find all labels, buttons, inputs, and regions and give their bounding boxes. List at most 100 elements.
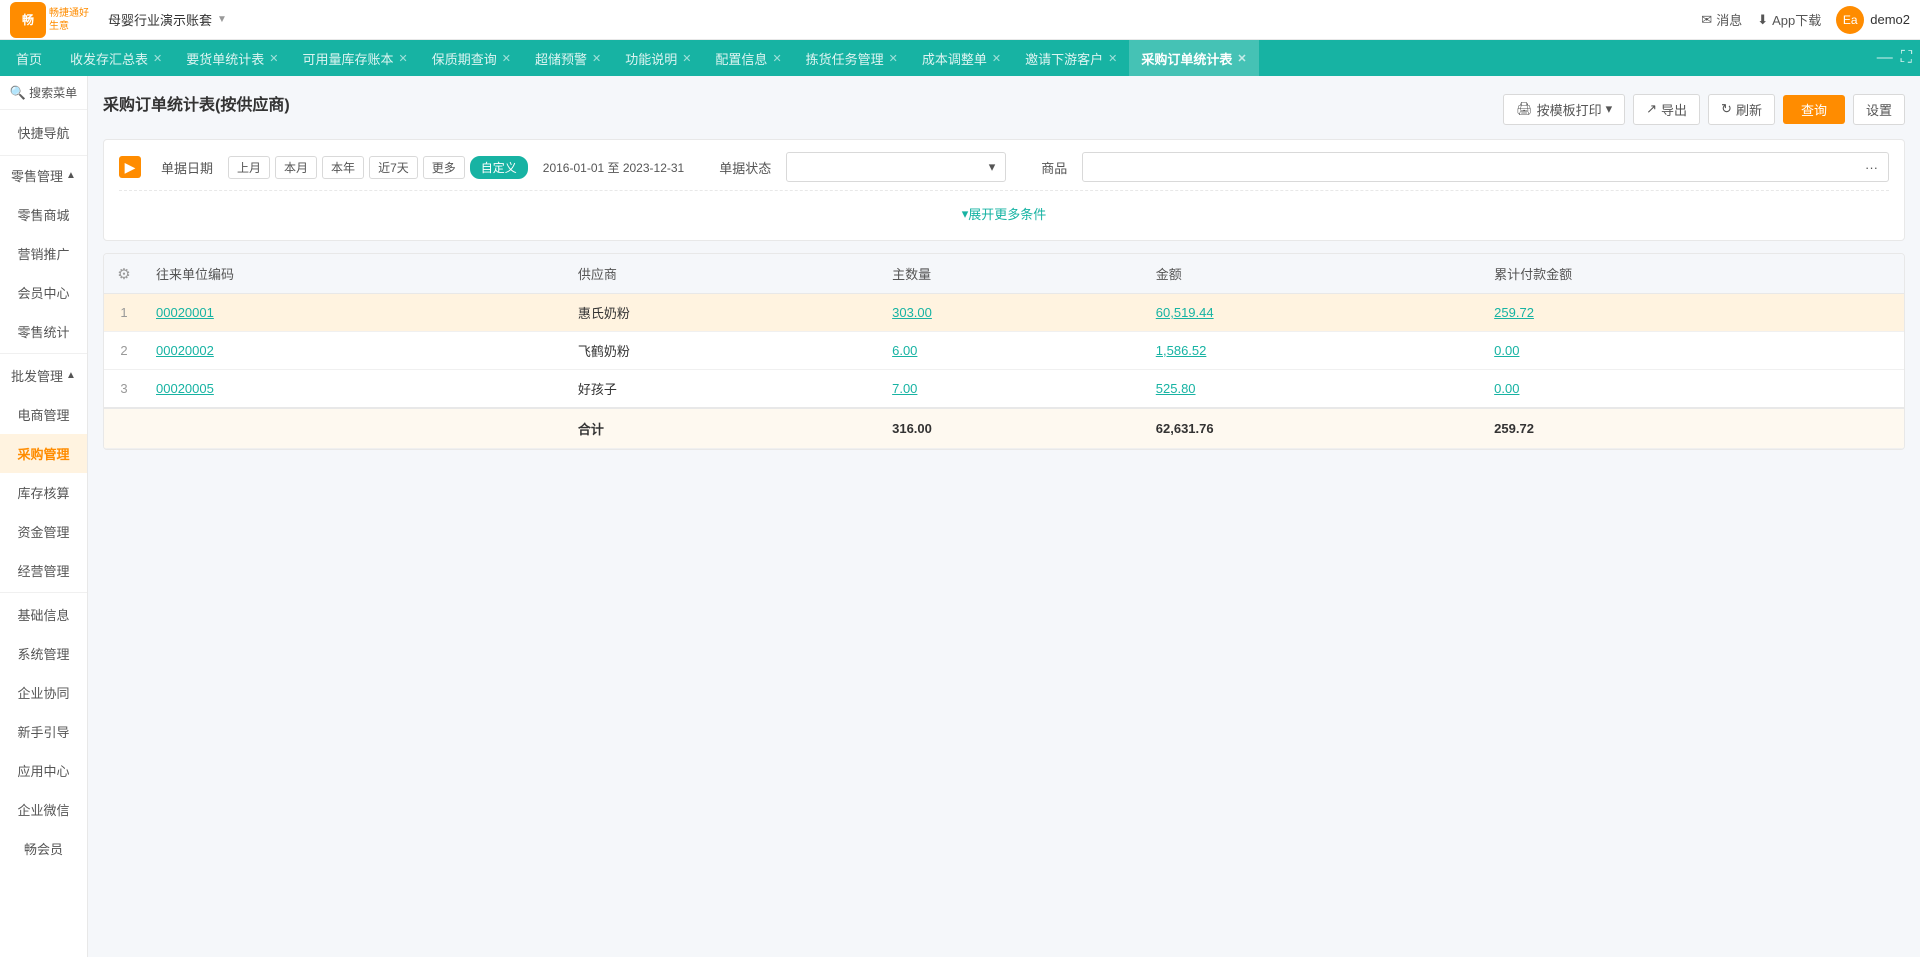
filter-row-1: ▶ 单据日期 上月 本月 本年 近7天 更多 自定义 2016-01-01 至 … [119,152,1889,182]
tab-config-info[interactable]: 配置信息 ✕ [703,40,793,76]
tab-function-desc[interactable]: 功能说明 ✕ [613,40,703,76]
sidebar-item-marketing[interactable]: 营销推广 [0,234,87,273]
goods-input[interactable]: ··· [1082,152,1889,182]
close-icon[interactable]: ✕ [399,52,408,65]
status-select[interactable]: ▾ [786,152,1006,182]
window-btns: — ⛶ [1869,49,1920,67]
qty-link[interactable]: 7.00 [892,381,917,396]
sidebar-item-basic-info[interactable]: 基础信息 [0,595,87,634]
user-area[interactable]: Ea demo2 [1836,6,1910,34]
this-year-btn[interactable]: 本年 [322,156,364,179]
row-supplier: 好孩子 [566,370,880,409]
sidebar-item-retail-mall[interactable]: 零售商城 [0,195,87,234]
close-icon[interactable]: ✕ [502,52,511,65]
row-index: 1 [104,294,144,332]
th-supplier: 供应商 [566,254,880,294]
close-icon[interactable]: ✕ [1237,52,1246,65]
gear-icon[interactable]: ⚙ [117,265,130,283]
tab-order-stats[interactable]: 要货单统计表 ✕ [174,40,290,76]
page-container: 采购订单统计表(按供应商) 🖨 按模板打印 ▾ ↗ 导出 ↻ 刷新 [88,76,1920,465]
message-btn[interactable]: ✉ 消息 [1701,10,1742,29]
close-icon[interactable]: ✕ [592,52,601,65]
paid-link[interactable]: 0.00 [1494,381,1519,396]
template-print-button[interactable]: 🖨 按模板打印 ▾ [1503,94,1625,125]
sidebar-item-ecommerce[interactable]: 电商管理 [0,395,87,434]
sidebar-item-app-center[interactable]: 应用中心 [0,751,87,790]
paid-link[interactable]: 259.72 [1494,305,1534,320]
divider [0,592,87,593]
more-icon[interactable]: ··· [1865,160,1878,175]
footer-amount: 62,631.76 [1144,408,1482,449]
sidebar-item-member-vip[interactable]: 畅会员 [0,829,87,868]
last-month-btn[interactable]: 上月 [228,156,270,179]
qty-link[interactable]: 303.00 [892,305,932,320]
tab-receivable-summary[interactable]: 收发存汇总表 ✕ [58,40,174,76]
maximize-icon[interactable]: ⛶ [1901,49,1912,67]
sidebar-item-purchase[interactable]: 采购管理 [0,434,87,473]
close-icon[interactable]: ✕ [992,52,1001,65]
sidebar-item-wholesale[interactable]: 批发管理 ▲ [0,356,87,395]
close-icon[interactable]: ✕ [682,52,691,65]
tab-pick-task[interactable]: 拣货任务管理 ✕ [794,40,910,76]
sidebar-item-inventory[interactable]: 库存核算 [0,473,87,512]
code-link[interactable]: 00020001 [156,305,214,320]
goods-label: 商品 [1041,158,1067,177]
minimize-icon[interactable]: — [1877,49,1893,67]
paid-link[interactable]: 0.00 [1494,343,1519,358]
sidebar-item-retail-mgmt[interactable]: 零售管理 ▲ [0,156,87,195]
sidebar-search[interactable]: 🔍 搜索菜单 [0,76,87,110]
sidebar-quick-nav[interactable]: 快捷导航 [0,110,87,156]
close-icon[interactable]: ✕ [889,52,898,65]
filter-toggle-btn[interactable]: ▶ [119,156,141,178]
sidebar-item-finance[interactable]: 资金管理 [0,512,87,551]
sidebar-item-enterprise-wechat[interactable]: 企业微信 [0,790,87,829]
amount-link[interactable]: 525.80 [1156,381,1196,396]
table-container: ⚙ 往来单位编码 供应商 主数量 金额 累计付款金额 1 00020001 [103,253,1905,450]
arrow-icon: ▲ [66,370,76,381]
sidebar-item-member[interactable]: 会员中心 [0,273,87,312]
row-paid: 0.00 [1482,370,1904,409]
app-download-btn[interactable]: ⬇ App下载 [1757,10,1821,29]
more-dates-btn[interactable]: 更多 [423,156,465,179]
footer-paid: 259.72 [1482,408,1904,449]
query-button[interactable]: 查询 [1783,95,1845,124]
sidebar-item-retail-stats[interactable]: 零售统计 [0,312,87,351]
divider [0,353,87,354]
tab-home[interactable]: 首页 [0,40,58,76]
sidebar-item-system[interactable]: 系统管理 [0,634,87,673]
close-icon[interactable]: ✕ [772,52,781,65]
tab-overstock-warning[interactable]: 超储预警 ✕ [523,40,613,76]
tab-available-inventory[interactable]: 可用量库存账本 ✕ [290,40,419,76]
sidebar-item-enterprise-collab[interactable]: 企业协同 [0,673,87,712]
sidebar-item-operation[interactable]: 经营管理 [0,551,87,590]
code-link[interactable]: 00020005 [156,381,214,396]
message-icon: ✉ [1701,12,1712,28]
amount-link[interactable]: 1,586.52 [1156,343,1207,358]
tab-expiry-query[interactable]: 保质期查询 ✕ [420,40,523,76]
this-month-btn[interactable]: 本月 [275,156,317,179]
sidebar-item-new-guide[interactable]: 新手引导 [0,712,87,751]
tab-cost-adjust[interactable]: 成本调整单 ✕ [910,40,1013,76]
tab-purchase-order-stats[interactable]: 采购订单统计表 ✕ [1129,40,1258,76]
export-button[interactable]: ↗ 导出 [1633,94,1700,125]
close-icon[interactable]: ✕ [1108,52,1117,65]
workspace-selector[interactable]: 母婴行业演示账套 ▼ [108,10,227,29]
avatar: Ea [1836,6,1864,34]
settings-button[interactable]: 设置 [1853,94,1905,125]
refresh-button[interactable]: ↻ 刷新 [1708,94,1775,125]
row-qty: 303.00 [880,294,1144,332]
sidebar: 🔍 搜索菜单 快捷导航 零售管理 ▲ 零售商城 营销推广 会员中心 零售统计 批… [0,76,88,957]
amount-link[interactable]: 60,519.44 [1156,305,1214,320]
qty-link[interactable]: 6.00 [892,343,917,358]
tab-invite-downstream[interactable]: 邀请下游客户 ✕ [1013,40,1129,76]
last-7days-btn[interactable]: 近7天 [369,156,418,179]
row-amount: 1,586.52 [1144,332,1482,370]
code-link[interactable]: 00020002 [156,343,214,358]
expand-more-btn[interactable]: ▾ 展开更多条件 [957,199,1052,228]
row-index: 3 [104,370,144,409]
row-index: 2 [104,332,144,370]
filter-more-row: ▾ 展开更多条件 [119,190,1889,228]
custom-date-btn[interactable]: 自定义 [470,156,528,179]
close-icon[interactable]: ✕ [153,52,162,65]
close-icon[interactable]: ✕ [269,52,278,65]
